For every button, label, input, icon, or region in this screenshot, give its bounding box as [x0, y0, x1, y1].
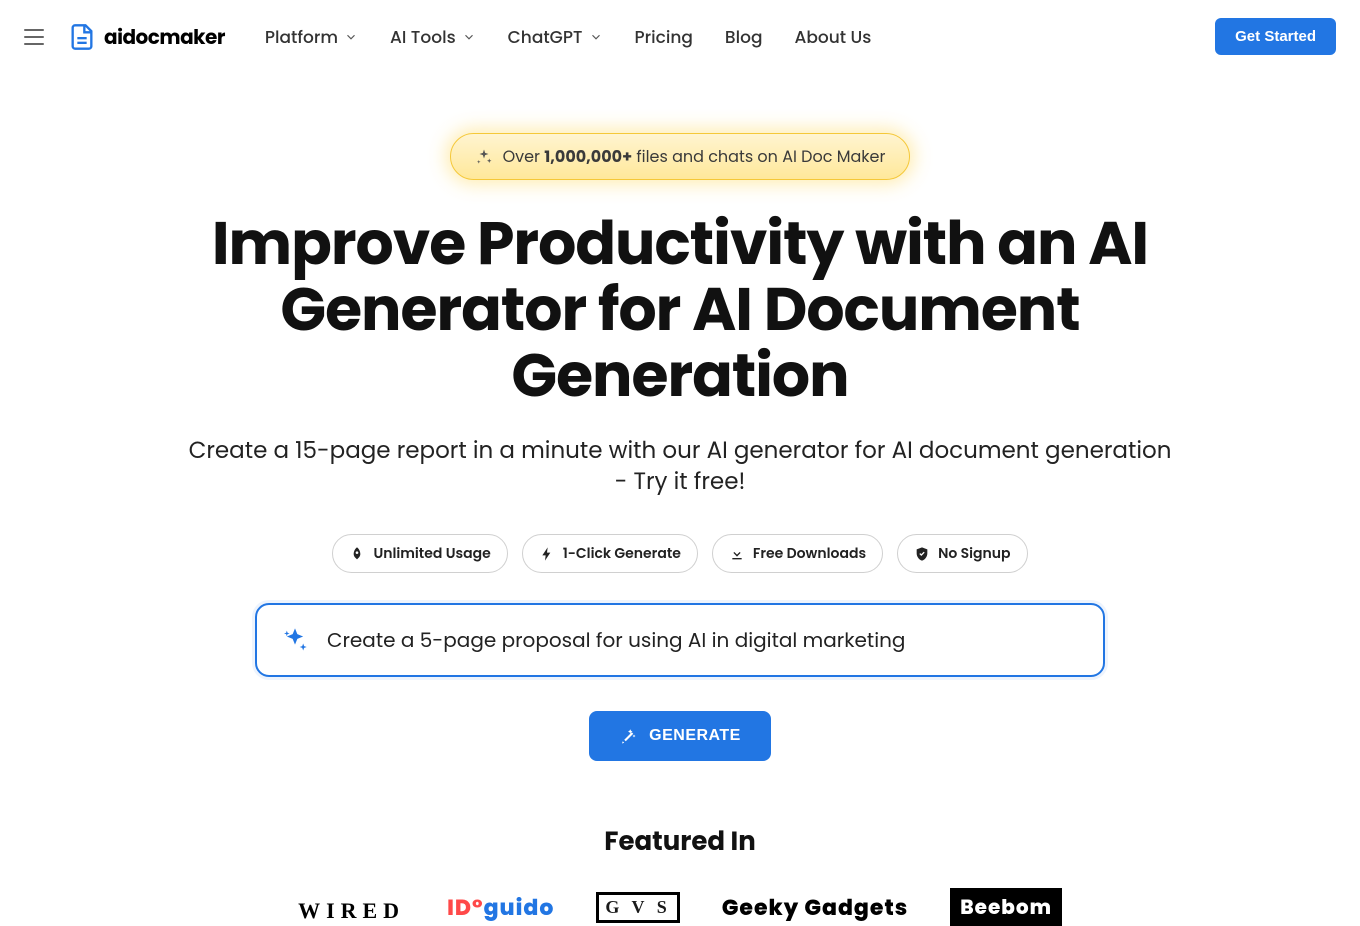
nav-pricing[interactable]: Pricing: [635, 24, 693, 50]
document-icon: [68, 23, 96, 51]
nav-label: ChatGPT: [508, 24, 583, 50]
chip-label: Free Downloads: [753, 543, 866, 564]
logo-geeky: Geeky Gadgets: [722, 891, 908, 924]
logo-guido: ID°guido: [447, 891, 554, 924]
chip-label: No Signup: [938, 543, 1010, 564]
rocket-icon: [349, 546, 365, 562]
nav-chatgpt[interactable]: ChatGPT: [508, 24, 603, 50]
featured-title: Featured In: [180, 823, 1180, 862]
logo-gvs: G V S: [596, 892, 679, 923]
get-started-button[interactable]: Get Started: [1215, 18, 1336, 55]
badge-text: Over 1,000,000+ files and chats on AI Do…: [503, 144, 886, 169]
hero-section: Over 1,000,000+ files and chats on AI Do…: [160, 133, 1200, 926]
featured-section: Featured In WIRED ID°guido G V S Geeky G…: [180, 823, 1180, 926]
logo-beebom: Beebom: [950, 888, 1062, 926]
logo-text: aidocmaker: [104, 22, 225, 52]
stats-badge: Over 1,000,000+ files and chats on AI Do…: [450, 133, 911, 180]
chip-unlimited: Unlimited Usage: [332, 534, 507, 573]
chevron-down-icon: [462, 30, 476, 44]
nav-ai-tools[interactable]: AI Tools: [390, 24, 476, 50]
nav-label: Blog: [725, 24, 763, 50]
nav-label: AI Tools: [390, 24, 456, 50]
sparkle-icon: [475, 148, 493, 166]
logo[interactable]: aidocmaker: [68, 22, 225, 52]
chip-nosignup: No Signup: [897, 534, 1027, 573]
prompt-box[interactable]: [255, 603, 1105, 677]
chip-downloads: Free Downloads: [712, 534, 883, 573]
generate-button[interactable]: GENERATE: [589, 711, 771, 761]
site-header: aidocmaker Platform AI Tools ChatGPT Pri…: [0, 0, 1360, 73]
nav-about[interactable]: About Us: [795, 24, 872, 50]
bolt-icon: [539, 546, 555, 562]
logo-wired: WIRED: [298, 898, 405, 924]
download-icon: [729, 546, 745, 562]
sparkle-icon: [281, 626, 309, 654]
prompt-input[interactable]: [327, 625, 1079, 655]
generate-label: GENERATE: [649, 727, 741, 745]
chip-oneclick: 1-Click Generate: [522, 534, 698, 573]
nav-label: Pricing: [635, 24, 693, 50]
menu-icon[interactable]: [24, 25, 48, 49]
nav-platform[interactable]: Platform: [265, 24, 358, 50]
nav-blog[interactable]: Blog: [725, 24, 763, 50]
shield-check-icon: [914, 546, 930, 562]
nav-label: About Us: [795, 24, 872, 50]
chevron-down-icon: [589, 30, 603, 44]
feature-chips: Unlimited Usage 1-Click Generate Free Do…: [180, 534, 1180, 573]
featured-logos: WIRED ID°guido G V S Geeky Gadgets Beebo…: [180, 888, 1180, 926]
wand-icon: [619, 727, 637, 745]
page-subhead: Create a 15-page report in a minute with…: [180, 436, 1180, 498]
chevron-down-icon: [344, 30, 358, 44]
page-headline: Improve Productivity with an AI Generato…: [180, 210, 1180, 408]
chip-label: 1-Click Generate: [563, 543, 681, 564]
main-nav: Platform AI Tools ChatGPT Pricing Blog A…: [265, 24, 871, 50]
chip-label: Unlimited Usage: [373, 543, 490, 564]
nav-label: Platform: [265, 24, 338, 50]
